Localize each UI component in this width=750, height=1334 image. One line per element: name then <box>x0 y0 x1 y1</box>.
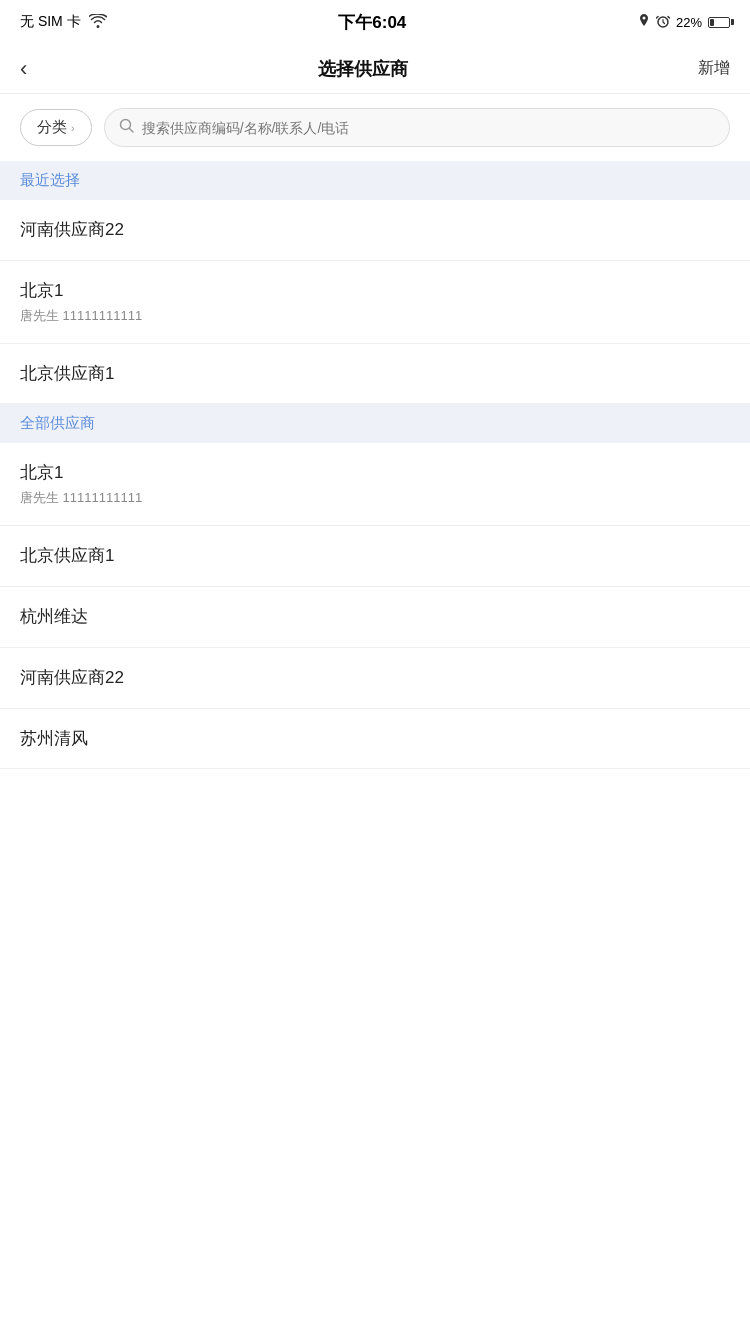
status-time: 下午6:04 <box>338 11 406 34</box>
supplier-name: 北京1 <box>20 279 730 303</box>
battery-icon <box>708 17 730 28</box>
location-icon <box>638 14 650 31</box>
list-item[interactable]: 北京1 唐先生 11111111111 <box>0 261 750 344</box>
list-item[interactable]: 北京1 唐先生 11111111111 <box>0 443 750 526</box>
search-input[interactable] <box>142 120 715 136</box>
section-header-recent: 最近选择 <box>0 161 750 200</box>
list-item[interactable]: 河南供应商22 <box>0 648 750 709</box>
list-item[interactable]: 苏州清风 <box>0 709 750 770</box>
list-item[interactable]: 北京供应商1 <box>0 344 750 405</box>
status-right: 22% <box>638 14 730 31</box>
category-label: 分类 <box>37 118 67 137</box>
supplier-name: 杭州维达 <box>20 605 730 629</box>
supplier-name: 苏州清风 <box>20 727 730 751</box>
carrier-label: 无 SIM 卡 <box>20 13 81 31</box>
list-item[interactable]: 北京供应商1 <box>0 526 750 587</box>
category-button[interactable]: 分类 › <box>20 109 92 146</box>
supplier-name: 北京供应商1 <box>20 544 730 568</box>
supplier-name: 河南供应商22 <box>20 666 730 690</box>
list-item[interactable]: 杭州维达 <box>0 587 750 648</box>
search-input-wrap[interactable] <box>104 108 730 147</box>
supplier-name: 北京供应商1 <box>20 362 730 386</box>
search-bar-container: 分类 › <box>0 94 750 161</box>
chevron-right-icon: › <box>71 122 75 134</box>
supplier-sub: 唐先生 11111111111 <box>20 489 730 507</box>
supplier-name: 河南供应商22 <box>20 218 730 242</box>
status-bar: 无 SIM 卡 下午6:04 22% <box>0 0 750 44</box>
supplier-list: 最近选择河南供应商22 北京1 唐先生 11111111111 北京供应商1 全部供应商… <box>0 161 750 769</box>
battery-percentage: 22% <box>676 15 702 30</box>
new-supplier-button[interactable]: 新增 <box>698 58 730 79</box>
section-header-all: 全部供应商 <box>0 404 750 443</box>
alarm-icon <box>656 14 670 31</box>
status-left: 无 SIM 卡 <box>20 13 107 31</box>
supplier-name: 北京1 <box>20 461 730 485</box>
wifi-icon <box>89 14 107 31</box>
supplier-sub: 唐先生 11111111111 <box>20 307 730 325</box>
back-button[interactable]: ‹ <box>20 56 27 82</box>
nav-bar: ‹ 选择供应商 新增 <box>0 44 750 94</box>
search-icon <box>119 118 134 137</box>
page-title: 选择供应商 <box>318 57 408 81</box>
list-item[interactable]: 河南供应商22 <box>0 200 750 261</box>
